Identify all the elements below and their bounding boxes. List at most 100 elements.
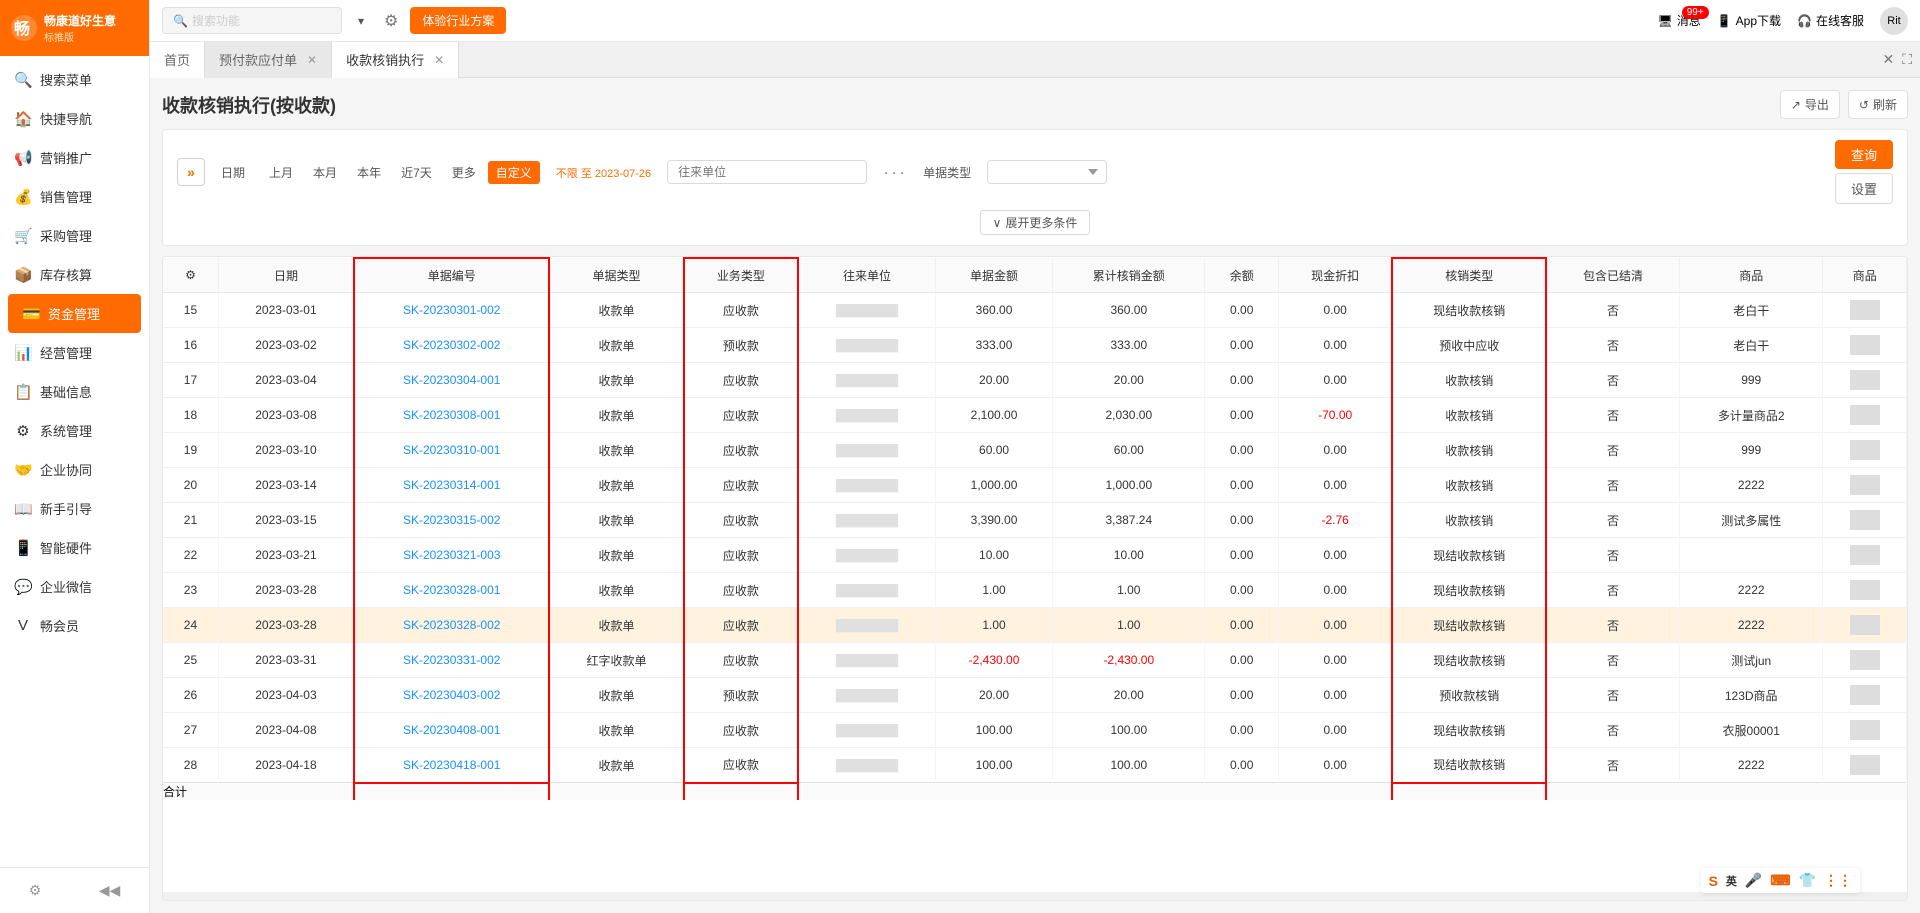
solution-button[interactable]: 体验行业方案 [410,7,506,34]
billno-link[interactable]: SK-20230302-002 [403,338,500,352]
filter-expand-button[interactable]: » [177,158,205,186]
member-icon: V [14,617,32,634]
horizontal-scrollbar[interactable] [163,892,1907,900]
sidebar-item-purchase[interactable]: 🛒采购管理 [0,216,149,255]
last-7-days-btn[interactable]: 近7天 [393,161,440,184]
sidebar-item-guide[interactable]: 📖新手引导 [0,489,149,528]
sidebar-item-inventory[interactable]: 📦库存核算 [0,255,149,294]
main-area: 🔍 搜索功能 ▾ ⚙ 体验行业方案 🖥 消息 99+ 📱 App下载 🎧 在线客… [150,0,1920,913]
this-year-btn[interactable]: 本年 [349,161,389,184]
billno-link[interactable]: SK-20230321-003 [403,548,500,562]
billno-link[interactable]: SK-20230328-002 [403,618,500,632]
billno-link[interactable]: SK-20230308-001 [403,408,500,422]
app-download-button[interactable]: 📱 App下载 [1717,12,1781,29]
user-avatar[interactable]: Rit [1880,7,1908,35]
billno-link[interactable]: SK-20230310-001 [403,443,500,457]
cell-included: 否 [1546,293,1679,328]
expand-more-icon: ∨ [993,216,1002,230]
cell-idx: 22 [163,538,218,573]
refresh-button[interactable]: ↺ 刷新 [1848,90,1908,119]
sidebar-item-sales[interactable]: 💰销售管理 [0,177,149,216]
tab-expand-icon[interactable]: ⛶ [1902,51,1912,68]
sidebar-item-nav[interactable]: 🏠快捷导航 [0,99,149,138]
tab-prepay-close[interactable]: ✕ [307,53,317,67]
billno-link[interactable]: SK-20230331-002 [403,653,500,667]
cell-goods2 [1823,678,1907,713]
filter-more-row: ∨ 展开更多条件 [177,210,1893,235]
billno-link[interactable]: SK-20230304-001 [403,373,500,387]
sidebar-item-member[interactable]: V畅会员 [0,606,149,645]
topbar-search[interactable]: 🔍 搜索功能 [162,7,342,34]
tab-prepay[interactable]: 预付款应付单 ✕ [205,42,332,78]
cell-date: 2023-03-08 [218,398,354,433]
sidebar-item-system[interactable]: ⚙系统管理 [0,411,149,450]
sidebar-item-enterprise[interactable]: 🤝企业协同 [0,450,149,489]
table-row[interactable]: 18 2023-03-08 SK-20230308-001 收款单 应收款 ██… [163,398,1907,433]
table-row[interactable]: 21 2023-03-15 SK-20230315-002 收款单 应收款 ██… [163,503,1907,538]
billno-link[interactable]: SK-20230408-001 [403,723,500,737]
table-row[interactable]: 27 2023-04-08 SK-20230408-001 收款单 应收款 ██… [163,713,1907,748]
cell-writetype: 现结收款核销 [1392,538,1546,573]
bill-type-select[interactable] [987,160,1107,184]
partner-input[interactable] [667,160,867,184]
cell-discount: 0.00 [1279,748,1393,783]
query-button[interactable]: 查询 [1835,140,1893,169]
table-row[interactable]: 25 2023-03-31 SK-20230331-002 红字收款单 应收款 … [163,643,1907,678]
cell-idx: 17 [163,363,218,398]
table-container[interactable]: ⚙ 日期 单据编号 单据类型 业务类型 往来单位 单据金额 累计核销金额 余额 … [163,257,1907,892]
sidebar-item-finance[interactable]: 💳资金管理 [8,294,141,333]
sidebar-item-operation[interactable]: 📊经营管理 [0,333,149,372]
bill-type-label: 单据类型 [923,164,971,181]
table-row[interactable]: 19 2023-03-10 SK-20230310-001 收款单 应收款 ██… [163,433,1907,468]
cell-discount: 0.00 [1279,328,1393,363]
hardware-icon: 📱 [14,539,32,557]
sidebar-item-search[interactable]: 🔍搜索菜单 [0,60,149,99]
billno-link[interactable]: SK-20230418-001 [403,758,500,772]
settings-icon[interactable]: ⚙ [23,876,48,905]
sidebar-item-basic[interactable]: 📋基础信息 [0,372,149,411]
tab-home[interactable]: 首页 [150,42,205,78]
billno-link[interactable]: SK-20230403-002 [403,688,500,702]
partner-more-icon[interactable]: ··· [883,162,907,183]
wechat-icon: 💬 [14,578,32,596]
cell-discount: 0.00 [1279,713,1393,748]
table-row[interactable]: 17 2023-03-04 SK-20230304-001 收款单 应收款 ██… [163,363,1907,398]
service-label: 在线客服 [1816,12,1864,29]
last-month-btn[interactable]: 上月 [261,161,301,184]
billno-link[interactable]: SK-20230314-001 [403,478,500,492]
collapse-icon[interactable]: ◀◀ [93,876,127,905]
table-row[interactable]: 23 2023-03-28 SK-20230328-001 收款单 应收款 ██… [163,573,1907,608]
sidebar-item-marketing[interactable]: 📢营销推广 [0,138,149,177]
customer-service-button[interactable]: 🎧 在线客服 [1797,12,1864,29]
this-month-btn[interactable]: 本月 [305,161,345,184]
sidebar-item-label: 采购管理 [40,226,92,245]
topbar-gear-icon[interactable]: ⚙ [380,7,402,35]
topbar-right: 🖥 消息 99+ 📱 App下载 🎧 在线客服 Rit [1657,7,1908,35]
tab-close-all-icon[interactable]: ✕ [1882,51,1894,68]
billno-link[interactable]: SK-20230301-002 [403,303,500,317]
cell-amount: 10.00 [935,538,1052,573]
more-date-btn[interactable]: 更多 [444,161,484,184]
sidebar-item-wechat[interactable]: 💬企业微信 [0,567,149,606]
custom-date-btn[interactable]: 自定义 [488,161,540,184]
billno-link[interactable]: SK-20230328-001 [403,583,500,597]
export-label: 导出 [1805,96,1829,113]
table-row[interactable]: 26 2023-04-03 SK-20230403-002 收款单 预收款 ██… [163,678,1907,713]
topbar-dropdown[interactable]: ▾ [350,10,372,32]
expand-more-button[interactable]: ∨ 展开更多条件 [980,210,1091,235]
filter-settings-button[interactable]: 设置 [1835,173,1893,204]
export-button[interactable]: ↗ 导出 [1780,90,1840,119]
table-row[interactable]: 16 2023-03-02 SK-20230302-002 收款单 预收款 ██… [163,328,1907,363]
table-row[interactable]: 15 2023-03-01 SK-20230301-002 收款单 应收款 ██… [163,293,1907,328]
table-row[interactable]: 28 2023-04-18 SK-20230418-001 收款单 应收款 ██… [163,748,1907,783]
billno-link[interactable]: SK-20230315-002 [403,513,500,527]
tab-collection[interactable]: 收款核销执行 ✕ [332,42,459,78]
cell-amount: 60.00 [935,433,1052,468]
tab-collection-close[interactable]: ✕ [434,53,444,67]
sidebar-item-hardware[interactable]: 📱智能硬件 [0,528,149,567]
table-row[interactable]: 24 2023-03-28 SK-20230328-002 收款单 应收款 ██… [163,608,1907,643]
table-row[interactable]: 20 2023-03-14 SK-20230314-001 收款单 应收款 ██… [163,468,1907,503]
operation-icon: 📊 [14,344,32,362]
table-row[interactable]: 22 2023-03-21 SK-20230321-003 收款单 应收款 ██… [163,538,1907,573]
message-button[interactable]: 🖥 消息 99+ [1657,12,1700,29]
